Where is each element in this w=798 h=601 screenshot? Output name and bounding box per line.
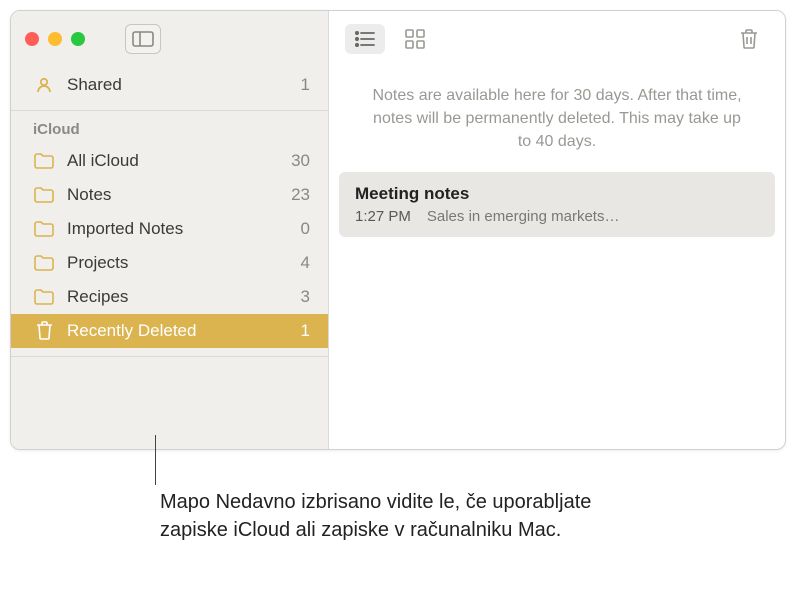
sidebar: Shared 1 iCloud All iCloud 30	[11, 11, 329, 449]
icloud-section-header[interactable]: iCloud	[11, 115, 328, 144]
folder-label: Recently Deleted	[67, 321, 196, 341]
note-preview: Sales in emerging markets…	[427, 208, 759, 225]
grid-icon	[405, 29, 425, 49]
trash-icon	[33, 321, 55, 341]
shared-label: Shared	[67, 75, 122, 95]
note-item[interactable]: Meeting notes 1:27 PM Sales in emerging …	[339, 172, 775, 237]
folder-all-icloud[interactable]: All iCloud 30	[11, 144, 328, 178]
folder-icon	[33, 153, 55, 169]
folder-list: Shared 1 iCloud All iCloud 30	[11, 66, 328, 449]
shared-count: 1	[301, 75, 310, 95]
retention-info-text: Notes are available here for 30 days. Af…	[329, 66, 785, 172]
folder-icon	[33, 221, 55, 237]
delete-button[interactable]	[729, 24, 769, 54]
note-time: 1:27 PM	[355, 208, 411, 225]
notes-window: Shared 1 iCloud All iCloud 30	[10, 10, 786, 450]
folder-count: 23	[291, 185, 310, 205]
folder-count: 0	[301, 219, 310, 239]
gallery-view-button[interactable]	[395, 24, 435, 54]
trash-icon	[739, 28, 759, 50]
sidebar-toggle-button[interactable]	[125, 24, 161, 54]
folder-recipes[interactable]: Recipes 3	[11, 280, 328, 314]
folder-projects[interactable]: Projects 4	[11, 246, 328, 280]
close-window-button[interactable]	[25, 32, 39, 46]
folder-label: All iCloud	[67, 151, 139, 171]
folder-label: Imported Notes	[67, 219, 183, 239]
note-list: Meeting notes 1:27 PM Sales in emerging …	[329, 172, 785, 237]
folder-label: Projects	[67, 253, 128, 273]
list-icon	[355, 31, 375, 47]
minimize-window-button[interactable]	[48, 32, 62, 46]
folder-icon	[33, 289, 55, 305]
folder-label: Notes	[67, 185, 111, 205]
divider	[11, 110, 328, 111]
callout-leader-line	[155, 435, 156, 485]
folder-icon	[33, 187, 55, 203]
content-pane: Notes are available here for 30 days. Af…	[329, 11, 785, 449]
callout-text: Mapo Nedavno izbrisano vidite le, če upo…	[160, 488, 660, 544]
folder-imported-notes[interactable]: Imported Notes 0	[11, 212, 328, 246]
folder-label: Recipes	[67, 287, 128, 307]
traffic-lights	[25, 32, 85, 46]
folder-count: 3	[301, 287, 310, 307]
folder-recently-deleted[interactable]: Recently Deleted 1	[11, 314, 328, 348]
folder-notes[interactable]: Notes 23	[11, 178, 328, 212]
folder-count: 30	[291, 151, 310, 171]
zoom-window-button[interactable]	[71, 32, 85, 46]
folder-icon	[33, 255, 55, 271]
shared-icon	[33, 75, 55, 95]
sidebar-icon	[132, 31, 154, 47]
note-subline: 1:27 PM Sales in emerging markets…	[355, 208, 759, 225]
window-titlebar	[11, 11, 328, 66]
shared-folder-row[interactable]: Shared 1	[11, 66, 328, 104]
sidebar-footer	[11, 356, 328, 368]
content-toolbar	[329, 11, 785, 66]
note-title: Meeting notes	[355, 184, 759, 204]
list-view-button[interactable]	[345, 24, 385, 54]
folder-count: 4	[301, 253, 310, 273]
folder-count: 1	[301, 321, 310, 341]
